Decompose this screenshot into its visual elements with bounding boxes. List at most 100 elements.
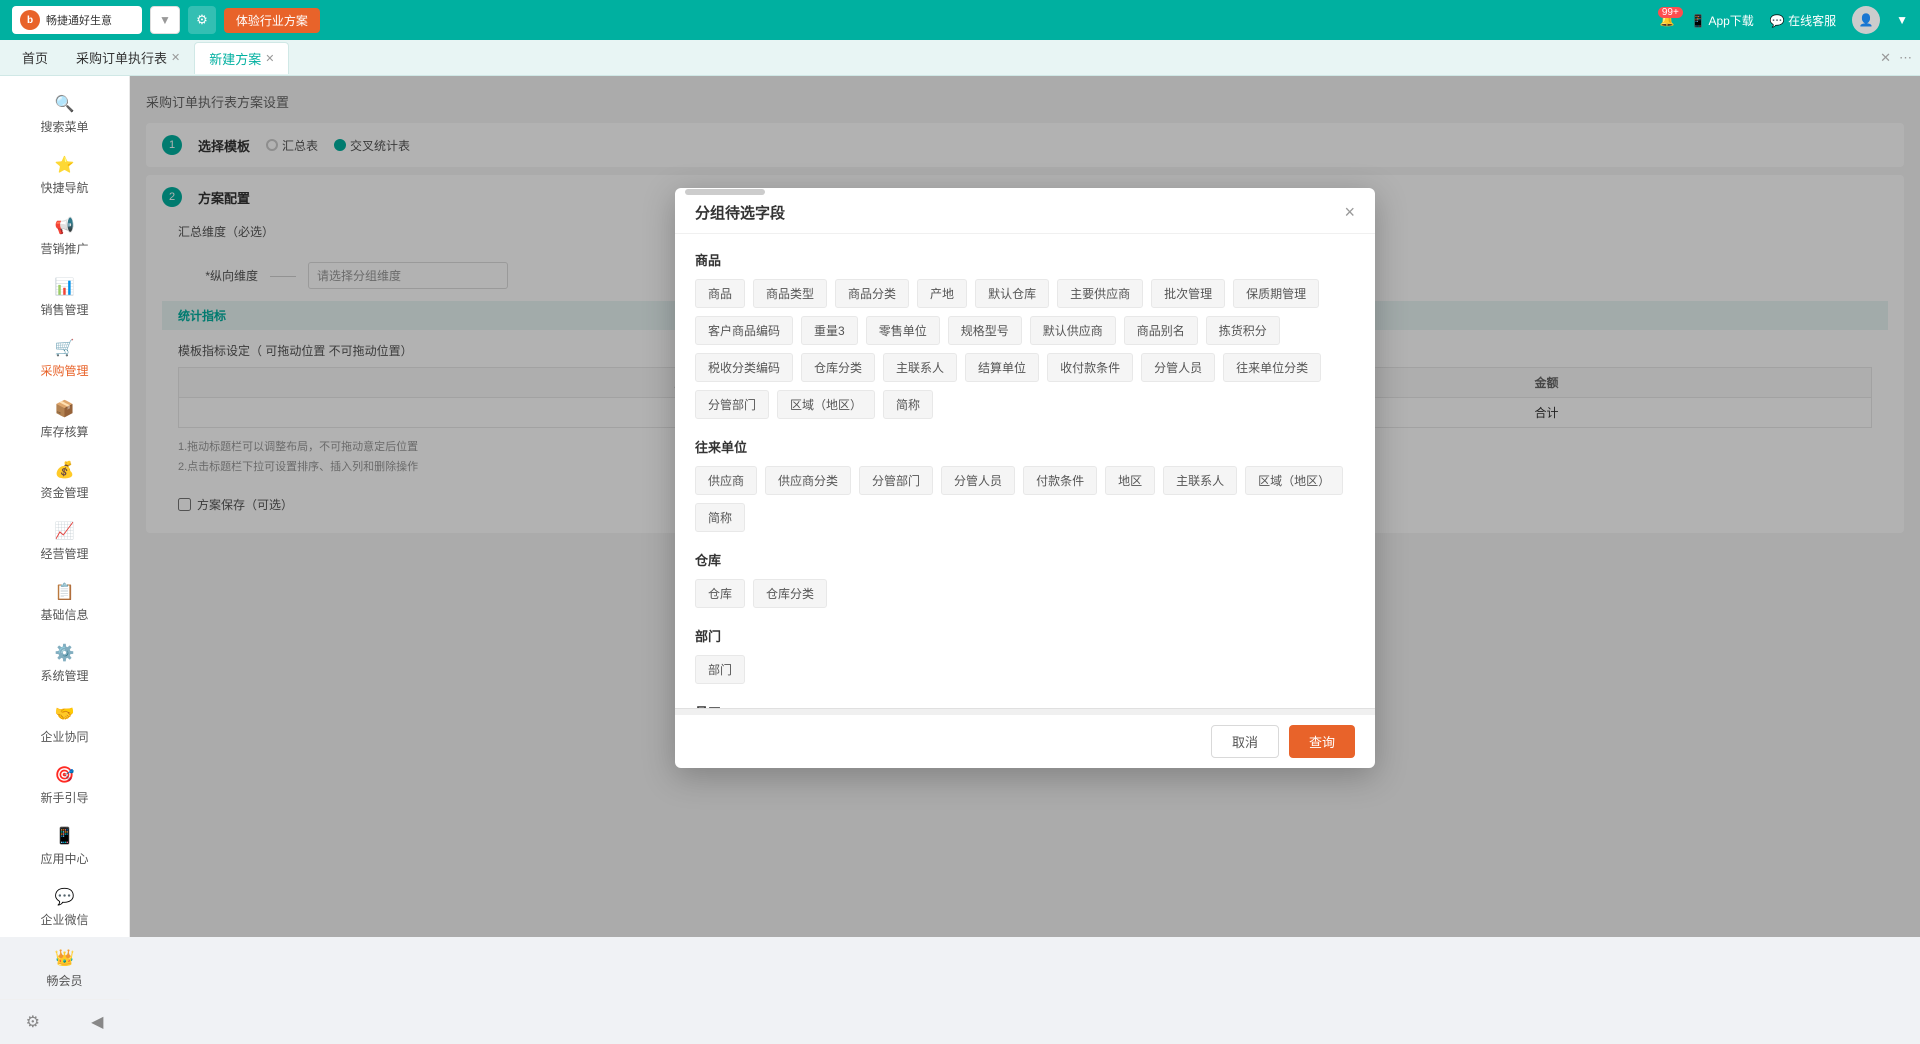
field-tag-goods-19[interactable]: 收付款条件 bbox=[1047, 353, 1133, 382]
tab-bar-close-icon[interactable]: ✕ bbox=[1880, 50, 1891, 66]
section-department: 部门 部门 bbox=[695, 626, 1355, 684]
field-tag-warehouse-0[interactable]: 仓库 bbox=[695, 579, 745, 608]
warehouse-tags: 仓库 仓库分类 bbox=[695, 579, 1355, 608]
department-tags: 部门 bbox=[695, 655, 1355, 684]
field-tag-partner-6[interactable]: 主联系人 bbox=[1163, 466, 1237, 495]
sidebar-item-inventory[interactable]: 📦 库存核算 bbox=[0, 389, 129, 450]
field-tag-goods-13[interactable]: 商品别名 bbox=[1124, 316, 1198, 345]
tab-new-plan[interactable]: 新建方案 ✕ bbox=[194, 42, 289, 74]
online-service-link[interactable]: 💬 在线客服 bbox=[1770, 12, 1836, 29]
sidebar-item-enterprise[interactable]: 🤝 企业协同 bbox=[0, 694, 129, 755]
user-avatar[interactable]: 👤 bbox=[1852, 6, 1880, 34]
field-tag-goods-15[interactable]: 税收分类编码 bbox=[695, 353, 793, 382]
tab-bar-more-icon[interactable]: ⋯ bbox=[1899, 50, 1912, 66]
field-tag-goods-4[interactable]: 默认仓库 bbox=[975, 279, 1049, 308]
sidebar-item-app-center[interactable]: 📱 应用中心 bbox=[0, 816, 129, 877]
partner-tags: 供应商 供应商分类 分管部门 分管人员 付款条件 地区 主联系人 区域（地区） … bbox=[695, 466, 1355, 532]
tab-purchase-exec[interactable]: 采购订单执行表 ✕ bbox=[62, 42, 194, 73]
field-tag-partner-0[interactable]: 供应商 bbox=[695, 466, 757, 495]
app-download-label: App下载 bbox=[1708, 14, 1753, 28]
modal-close-btn[interactable]: × bbox=[1344, 203, 1355, 221]
modal-cancel-button[interactable]: 取消 bbox=[1211, 725, 1279, 758]
field-tag-partner-8[interactable]: 简称 bbox=[695, 503, 745, 532]
field-tag-goods-3[interactable]: 产地 bbox=[917, 279, 967, 308]
section-goods: 商品 商品 商品类型 商品分类 产地 默认仓库 主要供应商 批次管理 保质期管理… bbox=[695, 250, 1355, 419]
sidebar-label-operations: 经营管理 bbox=[40, 545, 88, 562]
field-tag-dept-0[interactable]: 部门 bbox=[695, 655, 745, 684]
sidebar-item-system[interactable]: ⚙️ 系统管理 bbox=[0, 633, 129, 694]
field-tag-partner-2[interactable]: 分管部门 bbox=[859, 466, 933, 495]
field-tag-goods-5[interactable]: 主要供应商 bbox=[1057, 279, 1143, 308]
settings-icon[interactable]: ⚙ bbox=[188, 6, 216, 34]
section-warehouse: 仓库 仓库 仓库分类 bbox=[695, 550, 1355, 608]
tab-home[interactable]: 首页 bbox=[8, 42, 62, 73]
service-label: 在线客服 bbox=[1788, 14, 1836, 28]
field-tag-goods-24[interactable]: 简称 bbox=[883, 390, 933, 419]
field-tag-goods-1[interactable]: 商品类型 bbox=[753, 279, 827, 308]
field-tag-goods-22[interactable]: 分管部门 bbox=[695, 390, 769, 419]
field-tag-partner-7[interactable]: 区域（地区） bbox=[1245, 466, 1343, 495]
sidebar-item-basic-info[interactable]: 📋 基础信息 bbox=[0, 572, 129, 633]
sidebar-item-sales[interactable]: 📊 销售管理 bbox=[0, 267, 129, 328]
field-tag-goods-10[interactable]: 零售单位 bbox=[866, 316, 940, 345]
field-tag-goods-8[interactable]: 客户商品编码 bbox=[695, 316, 793, 345]
field-tag-goods-16[interactable]: 仓库分类 bbox=[801, 353, 875, 382]
field-tag-goods-20[interactable]: 分管人员 bbox=[1141, 353, 1215, 382]
experience-button[interactable]: 体验行业方案 bbox=[224, 8, 320, 33]
system-icon: ⚙️ bbox=[55, 643, 75, 663]
top-right-area: 🔔 99+ 📱 App下载 💬 在线客服 👤 ▼ bbox=[1660, 6, 1908, 34]
field-tag-goods-2[interactable]: 商品分类 bbox=[835, 279, 909, 308]
section-department-title: 部门 bbox=[695, 626, 1355, 645]
field-tag-goods-6[interactable]: 批次管理 bbox=[1151, 279, 1225, 308]
field-tag-goods-14[interactable]: 拣货积分 bbox=[1206, 316, 1280, 345]
sidebar-item-member[interactable]: 👑 畅会员 bbox=[0, 938, 129, 999]
field-tag-partner-5[interactable]: 地区 bbox=[1105, 466, 1155, 495]
wechat-icon: 💬 bbox=[55, 887, 75, 907]
member-icon: 👑 bbox=[55, 948, 75, 968]
section-partner: 往来单位 供应商 供应商分类 分管部门 分管人员 付款条件 地区 主联系人 区域… bbox=[695, 437, 1355, 532]
sidebar-item-finance[interactable]: 💰 资金管理 bbox=[0, 450, 129, 511]
tab-close-new-plan[interactable]: ✕ bbox=[265, 52, 274, 65]
sidebar-collapse-btn[interactable]: ◀ bbox=[91, 1012, 103, 1032]
sidebar-item-operations[interactable]: 📈 经营管理 bbox=[0, 511, 129, 572]
workspace-dropdown[interactable]: ▼ bbox=[150, 6, 180, 34]
notification-area[interactable]: 🔔 99+ bbox=[1660, 13, 1675, 27]
sidebar-settings-btn[interactable]: ⚙ bbox=[26, 1012, 40, 1032]
main-layout: 🔍 搜索菜单 ⭐ 快捷导航 📢 营销推广 📊 销售管理 🛒 采购管理 📦 库存核… bbox=[0, 76, 1920, 937]
sidebar-item-quick-nav[interactable]: ⭐ 快捷导航 bbox=[0, 145, 129, 206]
field-tag-goods-12[interactable]: 默认供应商 bbox=[1030, 316, 1116, 345]
sidebar-label-sales: 销售管理 bbox=[40, 301, 88, 318]
field-tag-goods-23[interactable]: 区域（地区） bbox=[777, 390, 875, 419]
field-tag-goods-18[interactable]: 结算单位 bbox=[965, 353, 1039, 382]
tab-close-purchase[interactable]: ✕ bbox=[171, 51, 180, 64]
field-tag-goods-11[interactable]: 规格型号 bbox=[948, 316, 1022, 345]
sidebar-label-inventory: 库存核算 bbox=[40, 423, 88, 440]
sidebar-bottom: ⚙ ◀ bbox=[0, 999, 129, 1044]
sidebar-item-guide[interactable]: 🎯 新手引导 bbox=[0, 755, 129, 816]
logo-text: 畅捷通好生意 bbox=[46, 12, 112, 28]
field-tag-goods-17[interactable]: 主联系人 bbox=[883, 353, 957, 382]
field-tag-goods-9[interactable]: 重量3 bbox=[801, 316, 858, 345]
workspace-label: ▼ bbox=[159, 13, 171, 27]
sidebar-item-search[interactable]: 🔍 搜索菜单 bbox=[0, 84, 129, 145]
field-tag-partner-4[interactable]: 付款条件 bbox=[1023, 466, 1097, 495]
field-tag-goods-7[interactable]: 保质期管理 bbox=[1233, 279, 1319, 308]
marketing-icon: 📢 bbox=[55, 216, 75, 236]
field-tag-partner-3[interactable]: 分管人员 bbox=[941, 466, 1015, 495]
modal-hscroll-thumb[interactable] bbox=[685, 189, 765, 195]
modal-confirm-button[interactable]: 查询 bbox=[1289, 725, 1355, 758]
top-nav: b 畅捷通好生意 ▼ ⚙ 体验行业方案 🔔 99+ 📱 App下载 💬 在线客服… bbox=[0, 0, 1920, 40]
field-tag-goods-21[interactable]: 往来单位分类 bbox=[1223, 353, 1321, 382]
field-tag-partner-1[interactable]: 供应商分类 bbox=[765, 466, 851, 495]
sidebar-label-wechat: 企业微信 bbox=[40, 911, 88, 928]
app-download-link[interactable]: 📱 App下载 bbox=[1691, 12, 1754, 29]
sidebar-item-marketing[interactable]: 📢 营销推广 bbox=[0, 206, 129, 267]
guide-icon: 🎯 bbox=[55, 765, 75, 785]
sidebar: 🔍 搜索菜单 ⭐ 快捷导航 📢 营销推广 📊 销售管理 🛒 采购管理 📦 库存核… bbox=[0, 76, 130, 937]
sidebar-label-guide: 新手引导 bbox=[40, 789, 88, 806]
purchase-icon: 🛒 bbox=[55, 338, 75, 358]
field-tag-warehouse-1[interactable]: 仓库分类 bbox=[753, 579, 827, 608]
sidebar-item-purchase[interactable]: 🛒 采购管理 bbox=[0, 328, 129, 389]
sidebar-item-wechat[interactable]: 💬 企业微信 bbox=[0, 877, 129, 938]
field-tag-goods-0[interactable]: 商品 bbox=[695, 279, 745, 308]
